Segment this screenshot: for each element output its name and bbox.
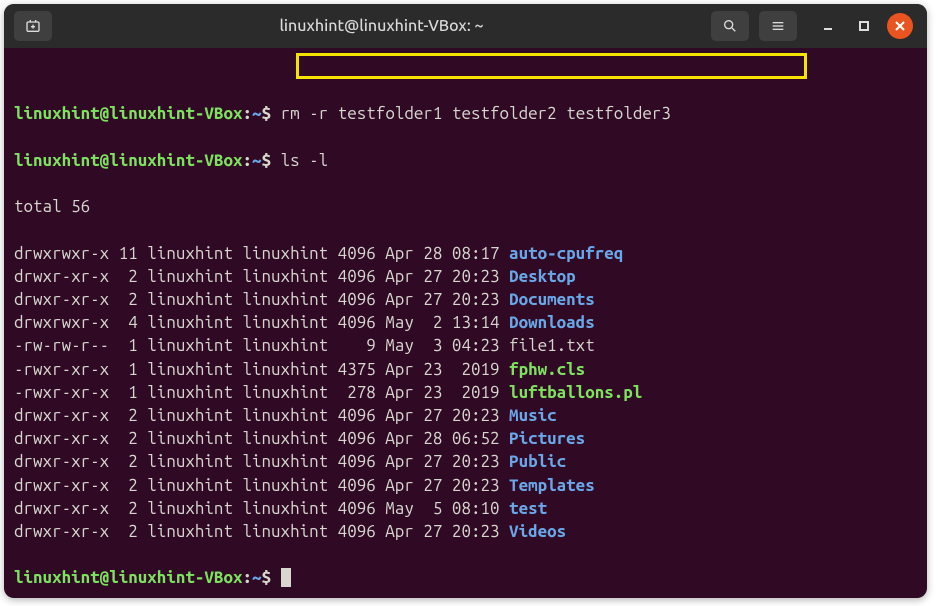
listing-row: drwxr-xr-x 2 linuxhint linuxhint 4096 Ap… [14, 450, 917, 473]
listing-attrs: drwxr-xr-x 2 linuxhint linuxhint 4096 Ap… [14, 452, 509, 471]
prompt-sep1: : [242, 568, 252, 587]
listing-attrs: drwxr-xr-x 2 linuxhint linuxhint 4096 Ap… [14, 406, 509, 425]
listing-row: drwxrwxr-x 11 linuxhint linuxhint 4096 A… [14, 242, 917, 265]
listing-filename: file1.txt [509, 336, 595, 355]
titlebar: linuxhint@linuxhint-VBox: ~ [4, 4, 927, 48]
listing-attrs: drwxr-xr-x 2 linuxhint linuxhint 4096 Ma… [14, 499, 509, 518]
listing-attrs: drwxr-xr-x 2 linuxhint linuxhint 4096 Ap… [14, 267, 509, 286]
listing-attrs: drwxrwxr-x 4 linuxhint linuxhint 4096 Ma… [14, 313, 509, 332]
minimize-button[interactable] [815, 13, 841, 39]
terminal-body[interactable]: linuxhint@linuxhint-VBox:~$ rm -r testfo… [4, 48, 927, 598]
new-tab-button[interactable] [14, 11, 52, 41]
listing-row: drwxrwxr-x 4 linuxhint linuxhint 4096 Ma… [14, 311, 917, 334]
listing-filename: Desktop [509, 267, 576, 286]
listing-attrs: drwxr-xr-x 2 linuxhint linuxhint 4096 Ap… [14, 522, 509, 541]
menu-button[interactable] [759, 11, 797, 41]
new-tab-icon [25, 18, 41, 34]
listing-filename: Templates [509, 476, 595, 495]
prompt-path: ~ [252, 104, 262, 123]
prompt-user: linuxhint@linuxhint-VBox [14, 568, 242, 587]
close-button[interactable] [887, 13, 913, 39]
listing-row: drwxr-xr-x 2 linuxhint linuxhint 4096 Ap… [14, 474, 917, 497]
listing-filename: Music [509, 406, 557, 425]
prompt-user: linuxhint@linuxhint-VBox [14, 104, 242, 123]
prompt-sep2: $ [262, 104, 281, 123]
minimize-icon [822, 20, 834, 32]
highlight-box [296, 53, 807, 79]
prompt-path: ~ [252, 151, 262, 170]
terminal-line: linuxhint@linuxhint-VBox:~$ ls -l [14, 149, 917, 172]
maximize-icon [858, 20, 870, 32]
terminal-line: total 56 [14, 195, 917, 218]
listing-row: -rw-rw-r-- 1 linuxhint linuxhint 9 May 3… [14, 334, 917, 357]
close-icon [894, 20, 906, 32]
listing-filename: auto-cpufreq [509, 244, 623, 263]
listing-attrs: drwxr-xr-x 2 linuxhint linuxhint 4096 Ap… [14, 476, 509, 495]
listing-attrs: -rwxr-xr-x 1 linuxhint linuxhint 4375 Ap… [14, 360, 509, 379]
titlebar-right [711, 11, 917, 41]
command-text: rm -r testfolder1 testfolder2 testfolder… [281, 104, 671, 123]
listing-row: drwxr-xr-x 2 linuxhint linuxhint 4096 Ap… [14, 288, 917, 311]
maximize-button[interactable] [851, 13, 877, 39]
prompt-sep1: : [242, 151, 252, 170]
window-title: linuxhint@linuxhint-VBox: ~ [52, 17, 711, 35]
listing-attrs: drwxrwxr-x 11 linuxhint linuxhint 4096 A… [14, 244, 509, 263]
listing-filename: Documents [509, 290, 595, 309]
listing-filename: Videos [509, 522, 566, 541]
search-button[interactable] [711, 11, 749, 41]
titlebar-left [14, 11, 52, 41]
command-text: ls -l [281, 151, 329, 170]
listing-row: drwxr-xr-x 2 linuxhint linuxhint 4096 Ap… [14, 427, 917, 450]
prompt-sep2: $ [262, 568, 281, 587]
listing-filename: fphw.cls [509, 360, 585, 379]
terminal-window: linuxhint@linuxhint-VBox: ~ [4, 4, 927, 598]
prompt-sep2: $ [262, 151, 281, 170]
terminal-line: linuxhint@linuxhint-VBox:~$ rm -r testfo… [14, 102, 917, 125]
prompt-path: ~ [252, 568, 262, 587]
listing-row: drwxr-xr-x 2 linuxhint linuxhint 4096 Ap… [14, 265, 917, 288]
listing-row: drwxr-xr-x 2 linuxhint linuxhint 4096 Ap… [14, 404, 917, 427]
listing-filename: Pictures [509, 429, 585, 448]
cursor [281, 568, 291, 587]
prompt-user: linuxhint@linuxhint-VBox [14, 151, 242, 170]
listing-attrs: drwxr-xr-x 2 linuxhint linuxhint 4096 Ap… [14, 290, 509, 309]
listing-row: drwxr-xr-x 2 linuxhint linuxhint 4096 Ma… [14, 497, 917, 520]
listing-row: -rwxr-xr-x 1 linuxhint linuxhint 4375 Ap… [14, 358, 917, 381]
listing-filename: Downloads [509, 313, 595, 332]
listing-row: -rwxr-xr-x 1 linuxhint linuxhint 278 Apr… [14, 381, 917, 404]
listing-attrs: -rw-rw-r-- 1 linuxhint linuxhint 9 May 3… [14, 336, 509, 355]
listing-filename: Public [509, 452, 566, 471]
listing-filename: luftballons.pl [509, 383, 642, 402]
listing-attrs: drwxr-xr-x 2 linuxhint linuxhint 4096 Ap… [14, 429, 509, 448]
search-icon [722, 18, 738, 34]
prompt-sep1: : [242, 104, 252, 123]
hamburger-icon [770, 18, 786, 34]
terminal-line: linuxhint@linuxhint-VBox:~$ [14, 566, 917, 589]
listing-filename: test [509, 499, 547, 518]
listing-attrs: -rwxr-xr-x 1 linuxhint linuxhint 278 Apr… [14, 383, 509, 402]
listing-row: drwxr-xr-x 2 linuxhint linuxhint 4096 Ap… [14, 520, 917, 543]
